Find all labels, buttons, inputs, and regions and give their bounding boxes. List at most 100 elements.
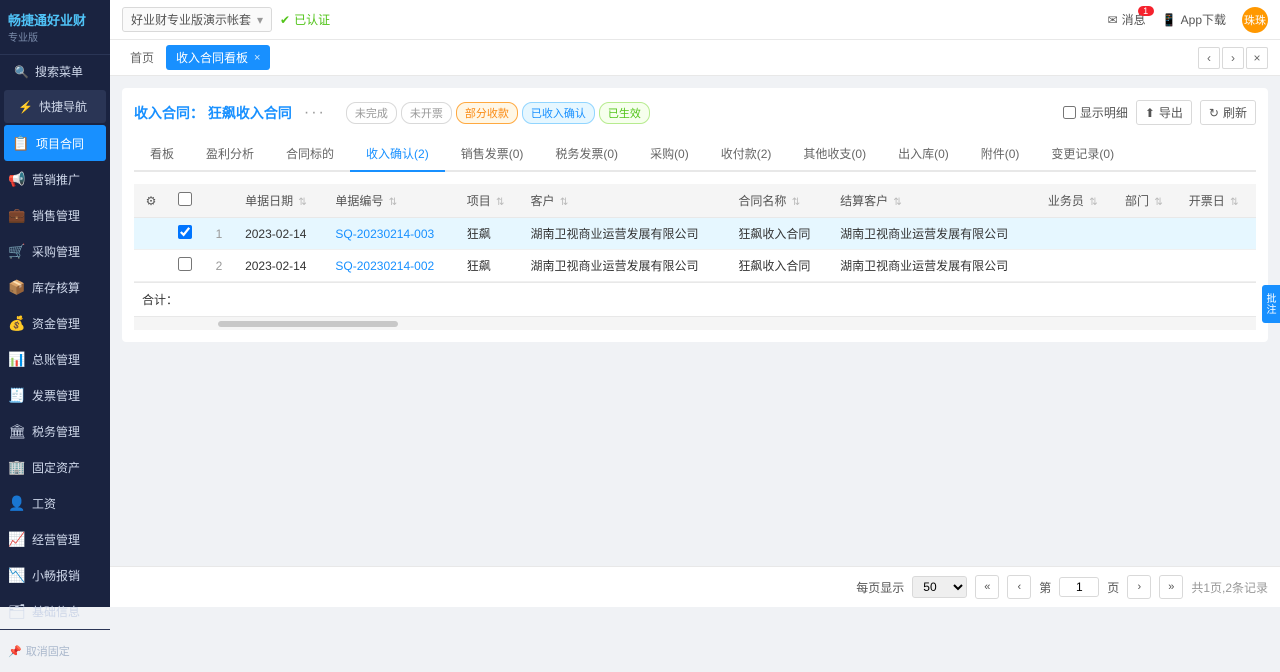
tab-active[interactable]: 收入合同看板 × [166,45,270,70]
th-order-no[interactable]: 单据编号 ⇅ [325,184,456,218]
order-link-0[interactable]: SQ-20230214-003 [335,227,434,241]
th-dept[interactable]: 部门 ⇅ [1115,184,1179,218]
th-settle[interactable]: 结算客户 ⇅ [830,184,1038,218]
sidebar-label-11: 经营管理 [32,531,80,548]
subtab-盈利分析[interactable]: 盈利分析 [190,137,270,172]
sidebar-icon-11: 📈 [8,530,26,548]
sidebar-item-发票管理[interactable]: 🧾发票管理 [0,377,110,413]
checkbox-col[interactable] [168,184,206,218]
subtab-收付款[interactable]: 收付款(2) [705,137,788,172]
row-salesman-0 [1038,218,1115,250]
sort-icon-customer: ⇅ [560,197,568,208]
subtab-合同标的[interactable]: 合同标的 [270,137,350,172]
status-tag-3[interactable]: 已收入确认 [522,102,595,124]
quick-nav-label: 快捷导航 [39,98,87,115]
th-date[interactable]: 单据日期 ⇅ [235,184,325,218]
subtab-附件[interactable]: 附件(0) [965,137,1036,172]
sidebar-label-5: 资金管理 [32,315,80,332]
row-checkbox-1[interactable] [168,250,206,282]
row-project-0: 狂飙 [457,218,521,250]
status-tag-2[interactable]: 部分收款 [456,102,518,124]
sidebar-label-9: 固定资产 [32,459,80,476]
settings-col[interactable]: ⚙ [134,184,168,218]
message-btn[interactable]: ✉ 消息 1 [1108,11,1146,28]
sidebar-item-小畅报销[interactable]: 📉小畅报销 [0,557,110,593]
sort-icon-salesman: ⇅ [1089,197,1097,208]
sidebar-item-工资[interactable]: 👤工资 [0,485,110,521]
th-salesman[interactable]: 业务员 ⇅ [1038,184,1115,218]
th-invoice-date[interactable]: 开票日 ⇅ [1179,184,1256,218]
subtab-其他收支[interactable]: 其他收支(0) [787,137,882,172]
subtab-收入确认[interactable]: 收入确认(2) [350,137,445,172]
subtab-销售发票[interactable]: 销售发票(0) [445,137,540,172]
subtab-税务发票[interactable]: 税务发票(0) [539,137,634,172]
sidebar-item-固定资产[interactable]: 🏢固定资产 [0,449,110,485]
row-check-0[interactable] [178,225,192,239]
first-page-btn[interactable]: « [975,575,999,599]
status-tag-0[interactable]: 未完成 [346,102,397,124]
show-detail-checkbox[interactable]: 显示明细 [1063,104,1128,121]
check-icon: ✔ [280,13,290,27]
page-number-input[interactable] [1059,577,1099,597]
subtab-出入库[interactable]: 出入库(0) [882,137,965,172]
sidebar-item-营销推广[interactable]: 📢营销推广 [0,161,110,197]
th-contract[interactable]: 合同名称 ⇅ [728,184,830,218]
order-link-1[interactable]: SQ-20230214-002 [335,259,434,273]
row-checkbox-0[interactable] [168,218,206,250]
more-options-icon[interactable]: ··· [304,104,326,122]
status-tag-4[interactable]: 已生效 [599,102,650,124]
prev-page-btn[interactable]: ‹ [1007,575,1031,599]
unpin-btn[interactable]: 📌 取消固定 [0,636,110,666]
refresh-btn[interactable]: ↻ 刷新 [1200,100,1256,125]
quick-nav-btn[interactable]: ⚡ 快捷导航 [4,90,106,123]
th-project[interactable]: 项目 ⇅ [457,184,521,218]
sidebar-icon-2: 💼 [8,206,26,224]
tab-close-btn[interactable]: × [1246,47,1268,69]
tab-prev-btn[interactable]: ‹ [1198,47,1220,69]
sidebar-item-资金管理[interactable]: 💰资金管理 [0,305,110,341]
side-note-btn[interactable]: 批注 [1262,285,1280,323]
row-check-1[interactable] [178,257,192,271]
sidebar-item-总账管理[interactable]: 📊总账管理 [0,341,110,377]
app-download-btn[interactable]: 📱 App下载 [1162,11,1226,28]
status-tag-1[interactable]: 未开票 [401,102,452,124]
subtab-变更记录[interactable]: 变更记录(0) [1035,137,1130,172]
tab-next-btn[interactable]: › [1222,47,1244,69]
content-card: 收入合同： 狂飙收入合同 ··· 未完成未开票部分收款已收入确认已生效 显示明细… [122,88,1268,342]
user-avatar-area[interactable]: 珠珠 [1242,7,1268,33]
sidebar-item-销售管理[interactable]: 💼销售管理 [0,197,110,233]
last-page-btn[interactable]: » [1159,575,1183,599]
scroll-thumb [218,321,398,327]
subtab-采购[interactable]: 采购(0) [634,137,705,172]
table-row[interactable]: 1 2023-02-14 SQ-20230214-003 狂飙 湖南卫视商业运营… [134,218,1256,250]
close-tab-icon[interactable]: × [254,52,260,64]
sidebar-item-项目合同[interactable]: 📋项目合同 [4,125,106,161]
sort-icon-project: ⇅ [496,197,504,208]
sidebar-item-经营管理[interactable]: 📈 经营管理 [0,521,110,557]
sidebar-item-库存核算[interactable]: 📦库存核算 [0,269,110,305]
sort-icon-date: ⇅ [298,197,306,208]
detail-checkbox-input[interactable] [1063,106,1076,119]
scrollbar-hint[interactable] [134,316,1256,330]
select-all-checkbox[interactable] [178,192,192,206]
username-label: 珠珠 [1244,12,1266,28]
per-page-select[interactable]: 50 20 100 [912,576,967,598]
sidebar-item-税务管理[interactable]: 🏛税务管理 [0,413,110,449]
th-customer[interactable]: 客户 ⇅ [521,184,729,218]
show-detail-label: 显示明细 [1080,104,1128,121]
sidebar-item-基础信息[interactable]: 🗂基础信息 [0,593,110,629]
tab-home[interactable]: 首页 [122,49,162,66]
message-badge: 1 [1138,6,1154,16]
company-selector[interactable]: 好业财专业版演示帐套 ▾ [122,7,272,32]
logo-sub: 专业版 [8,29,102,44]
next-page-btn[interactable]: › [1127,575,1151,599]
table-row[interactable]: 2 2023-02-14 SQ-20230214-002 狂飙 湖南卫视商业运营… [134,250,1256,282]
subtab-看板[interactable]: 看板 [134,137,190,172]
export-btn[interactable]: ⬆ 导出 [1136,100,1192,125]
row-orderno-0[interactable]: SQ-20230214-003 [325,218,456,250]
sidebar-icon-6: 📊 [8,350,26,368]
sidebar-label-13: 基础信息 [32,603,80,620]
search-menu-btn[interactable]: 🔍 搜索菜单 [0,55,110,88]
sidebar-item-采购管理[interactable]: 🛒采购管理 [0,233,110,269]
row-orderno-1[interactable]: SQ-20230214-002 [325,250,456,282]
